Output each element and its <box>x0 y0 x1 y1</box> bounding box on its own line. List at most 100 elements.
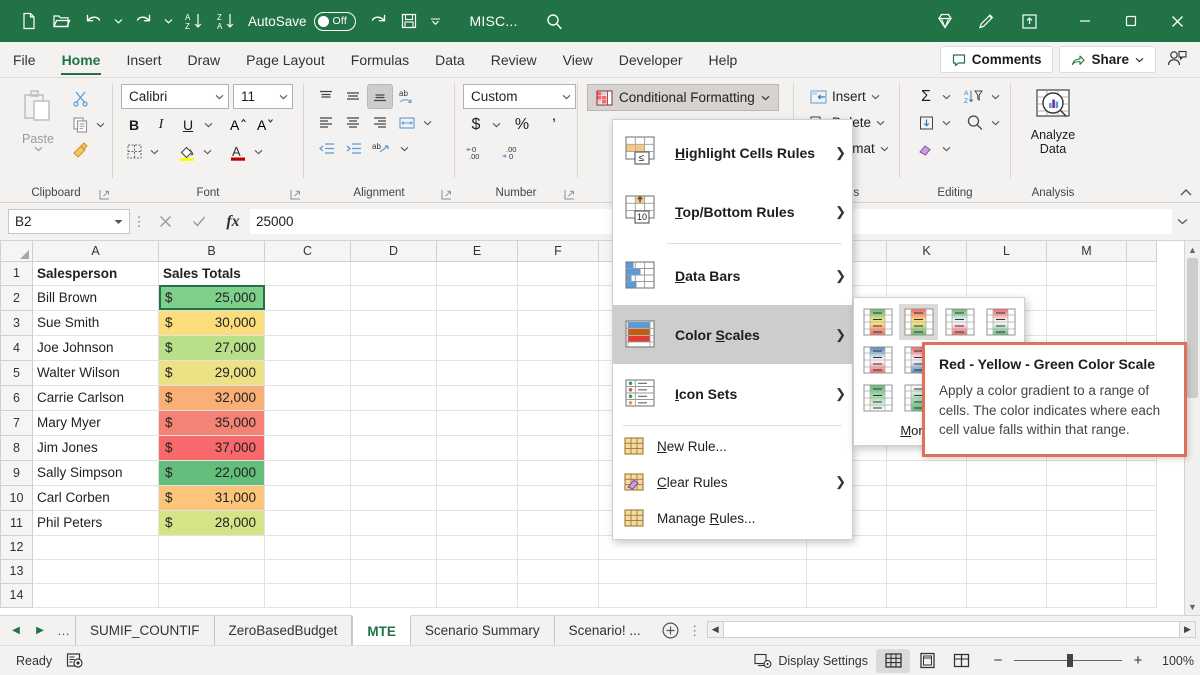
diamond-icon[interactable] <box>928 6 962 36</box>
tab-file[interactable]: File <box>0 42 49 77</box>
search-icon[interactable] <box>540 7 570 35</box>
cell-B13[interactable] <box>159 559 265 583</box>
cell-N12[interactable] <box>1127 535 1157 559</box>
cell-E5[interactable] <box>437 360 518 385</box>
cell-B9[interactable]: $ 22,000 <box>159 460 265 485</box>
align-left-button[interactable] <box>313 110 339 135</box>
cell-M12[interactable] <box>1047 535 1127 559</box>
italic-button[interactable]: I <box>148 112 174 137</box>
column-header-b[interactable]: B <box>159 241 265 261</box>
cell-D6[interactable] <box>351 385 437 410</box>
increase-indent-button[interactable] <box>340 136 366 161</box>
cell-B1[interactable]: Sales Totals <box>159 261 265 285</box>
row-header-8[interactable]: 8 <box>1 435 33 460</box>
decrease-decimal-button[interactable]: .000 <box>498 140 528 165</box>
cell-A1[interactable]: Salesperson <box>33 261 159 285</box>
cell-N3[interactable] <box>1127 310 1157 335</box>
cell-F6[interactable] <box>518 385 599 410</box>
menu-item-icon-sets[interactable]: Icon Sets ❯ <box>613 364 852 423</box>
analyze-data-button[interactable]: Analyze Data <box>1018 84 1088 156</box>
row-header-5[interactable]: 5 <box>1 360 33 385</box>
align-bottom-button[interactable] <box>367 84 393 109</box>
wrap-text-button[interactable] <box>394 110 420 135</box>
insert-cells-button[interactable]: Insert <box>805 84 885 109</box>
cell-M3[interactable] <box>1047 310 1127 335</box>
decrease-indent-button[interactable] <box>313 136 339 161</box>
formula-bar-splitter[interactable]: ⋮ <box>130 214 148 230</box>
cell-A9[interactable]: Sally Simpson <box>33 460 159 485</box>
conditional-formatting-button[interactable]: Conditional Formatting <box>587 84 779 111</box>
underline-dropdown-icon[interactable] <box>202 112 215 137</box>
tab-review[interactable]: Review <box>478 42 550 77</box>
cell-B10[interactable]: $ 31,000 <box>159 485 265 510</box>
cell-B5[interactable]: $ 29,000 <box>159 360 265 385</box>
cell-A11[interactable]: Phil Peters <box>33 510 159 535</box>
accessibility-checker-icon[interactable] <box>66 652 84 669</box>
cell-K10[interactable] <box>887 485 967 510</box>
cell-B2[interactable]: $ 25,000 <box>159 285 265 310</box>
cell-J13[interactable] <box>807 559 887 583</box>
cell-B14[interactable] <box>159 583 265 607</box>
align-center-button[interactable] <box>340 110 366 135</box>
cell-E2[interactable] <box>437 285 518 310</box>
pen-draw-icon[interactable] <box>970 6 1004 36</box>
tab-view[interactable]: View <box>550 42 606 77</box>
expand-formula-bar-icon[interactable] <box>1172 218 1192 225</box>
zoom-out-button[interactable]: − <box>990 652 1006 669</box>
column-header-e[interactable]: E <box>437 241 518 261</box>
increase-decimal-button[interactable]: 0.00 <box>463 140 493 165</box>
borders-dropdown-icon[interactable] <box>148 139 161 164</box>
sheet-tab-scenario-summary[interactable]: Scenario Summary <box>411 616 555 645</box>
cell-E6[interactable] <box>437 385 518 410</box>
cell-C11[interactable] <box>265 510 351 535</box>
zoom-slider[interactable]: − + <box>990 652 1146 669</box>
cell-C4[interactable] <box>265 335 351 360</box>
cell-C5[interactable] <box>265 360 351 385</box>
fill-dropdown-icon[interactable] <box>940 110 953 135</box>
sheet-tab-sumif-countif[interactable]: SUMIF_COUNTIF <box>76 616 215 645</box>
repeat-icon[interactable] <box>364 7 394 35</box>
cell-D5[interactable] <box>351 360 437 385</box>
cell-D11[interactable] <box>351 510 437 535</box>
menu-item-data-bars[interactable]: Data Bars ❯ <box>613 246 852 305</box>
decrease-font-size-button[interactable]: A <box>253 112 279 137</box>
cell-B7[interactable]: $ 35,000 <box>159 410 265 435</box>
cell-D2[interactable] <box>351 285 437 310</box>
row-header-7[interactable]: 7 <box>1 410 33 435</box>
cell-M1[interactable] <box>1047 261 1127 285</box>
swatch-red-yellow-green-color-scale[interactable] <box>899 304 938 340</box>
row-header-12[interactable]: 12 <box>1 535 33 559</box>
cell-K13[interactable] <box>887 559 967 583</box>
cell-M13[interactable] <box>1047 559 1127 583</box>
row-header-13[interactable]: 13 <box>1 559 33 583</box>
scroll-right-button[interactable]: ▶ <box>1179 621 1196 638</box>
cell-M2[interactable] <box>1047 285 1127 310</box>
cell-C1[interactable] <box>265 261 351 285</box>
menu-item-highlight-cells-rules[interactable]: ≤ Highlight Cells Rules ❯ <box>613 123 852 182</box>
row-header-6[interactable]: 6 <box>1 385 33 410</box>
row-header-14[interactable]: 14 <box>1 583 33 607</box>
cell-M10[interactable] <box>1047 485 1127 510</box>
cell-F13[interactable] <box>518 559 599 583</box>
collapse-ribbon-button[interactable] <box>1178 186 1194 200</box>
cell-L9[interactable] <box>967 460 1047 485</box>
fill-button[interactable] <box>913 110 939 135</box>
cell-E12[interactable] <box>437 535 518 559</box>
cell-F4[interactable] <box>518 335 599 360</box>
comments-button[interactable]: Comments <box>940 46 1054 73</box>
cell-E10[interactable] <box>437 485 518 510</box>
orientation-button[interactable]: ab <box>394 84 420 109</box>
cell-M14[interactable] <box>1047 583 1127 607</box>
number-format-select[interactable]: Custom <box>463 84 576 109</box>
vertical-scroll-thumb[interactable] <box>1187 258 1198 398</box>
cell-N2[interactable] <box>1127 285 1157 310</box>
cell-M9[interactable] <box>1047 460 1127 485</box>
cell-K14[interactable] <box>887 583 967 607</box>
cell-F2[interactable] <box>518 285 599 310</box>
cell-A8[interactable]: Jim Jones <box>33 435 159 460</box>
swatch-red-white-green-color-scale[interactable] <box>981 304 1020 340</box>
autosum-button[interactable]: Σ <box>913 84 939 109</box>
tab-draw[interactable]: Draw <box>174 42 233 77</box>
qat-customize-icon[interactable] <box>424 7 448 35</box>
scroll-up-button[interactable]: ▲ <box>1185 241 1200 258</box>
